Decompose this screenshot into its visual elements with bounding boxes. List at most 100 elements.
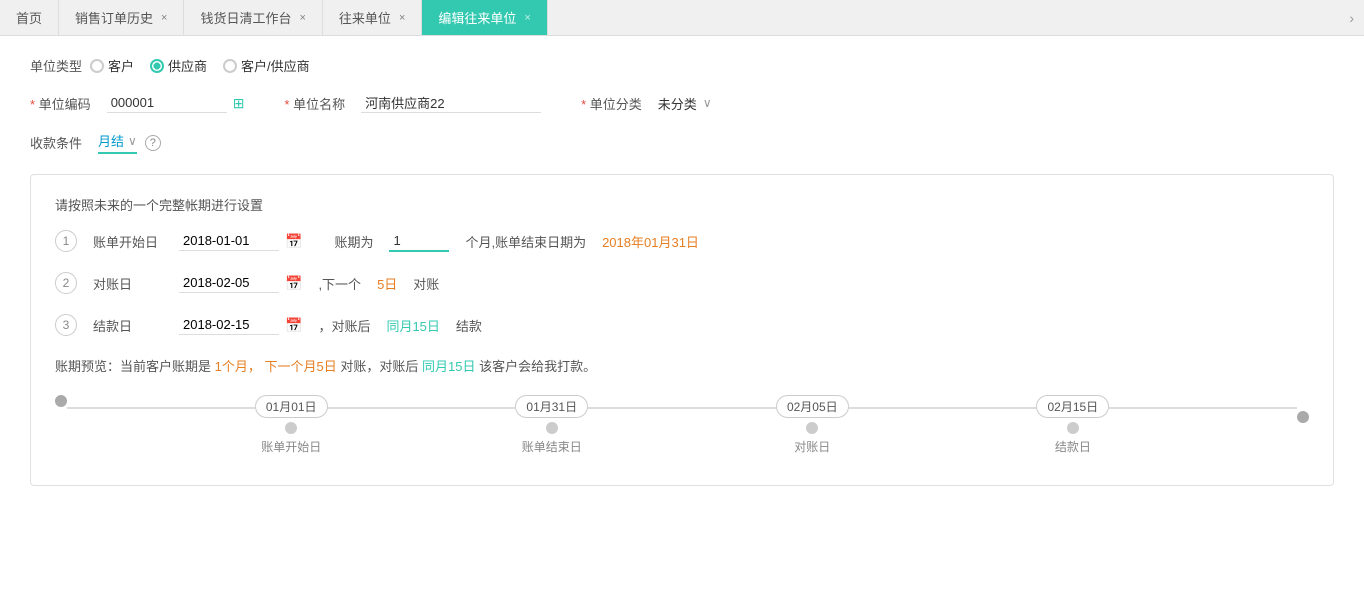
- tl-badge-2: 01月31日: [515, 395, 588, 418]
- preview-same: 同月15日: [422, 359, 475, 374]
- tl-node-2: 01月31日 账单结束日: [515, 395, 588, 455]
- preview-prefix: 账期预览：当前客户账期是: [55, 359, 211, 374]
- tl-dot-1: [285, 422, 297, 434]
- payment-select-arrow-icon: ∨: [128, 134, 137, 148]
- preview-next: 下一个月5日: [265, 359, 337, 374]
- preview-1m: 1个月，: [215, 359, 261, 374]
- tl-connector-0: [67, 395, 255, 409]
- panel-description: 请按照未来的一个完整帐期进行设置: [55, 195, 1309, 214]
- step-3-row: 3 结款日 📅 ，对账后 同月15日 结款: [55, 314, 1309, 336]
- close-cash-work-icon[interactable]: ×: [299, 12, 305, 24]
- step-1-end-date: 2018年01月31日: [602, 232, 699, 251]
- step-3-date-input[interactable]: [179, 315, 279, 335]
- radio-supplier-circle: [150, 59, 164, 73]
- step-1-row: 1 账单开始日 📅 账期为 个月,账单结束日期为 2018年01月31日: [55, 230, 1309, 252]
- unit-category-arrow-icon: ∨: [703, 96, 712, 110]
- tl-badge-3: 02月05日: [776, 395, 849, 418]
- tl-connector-3: [849, 395, 1037, 409]
- step-1-period-label: 账期为: [334, 232, 373, 251]
- tl-start-node: [55, 395, 67, 407]
- step-1-number: 1: [55, 230, 77, 252]
- step-3-suffix: 结款: [456, 316, 482, 335]
- payment-condition-label: 收款条件: [30, 133, 82, 152]
- unit-name-label: 单位名称: [284, 94, 345, 113]
- tl-label-3: 对账日: [794, 438, 830, 455]
- step-2-number: 2: [55, 272, 77, 294]
- tl-node-4: 02月15日 结款日: [1036, 395, 1109, 455]
- step-2-date-input[interactable]: [179, 273, 279, 293]
- step-1-period-input[interactable]: [389, 231, 449, 252]
- preview-suffix: 该客户会给我打款。: [479, 359, 596, 374]
- step-2-label: 对账日: [93, 274, 163, 293]
- tl-connector-1: [328, 395, 516, 409]
- step-2-suffix: 对账: [413, 274, 439, 293]
- tab-sales-history[interactable]: 销售订单历史 ×: [59, 0, 184, 35]
- payment-condition-value: 月结: [98, 131, 124, 150]
- unit-code-input-group: ⊞: [107, 93, 245, 113]
- step-3-date-group: 📅: [179, 315, 302, 335]
- step-3-highlight2: 同月15日: [386, 316, 439, 335]
- tl-node-3: 02月05日 对账日: [776, 395, 849, 455]
- timeline-wrapper: 01月01日 账单开始日 01月31日 账单结束日 02月05日: [55, 395, 1309, 465]
- step-3-number: 3: [55, 314, 77, 336]
- unit-category-select[interactable]: 未分类 ∨: [658, 94, 712, 113]
- tl-line-3: [849, 407, 1037, 409]
- unit-type-radio-group: 客户 供应商 客户/供应商: [90, 56, 310, 75]
- radio-customer-supplier-circle: [223, 59, 237, 73]
- unit-category-value: 未分类: [658, 94, 697, 113]
- tl-dot-3: [806, 422, 818, 434]
- unit-name-input[interactable]: [361, 93, 541, 113]
- main-content: 单位类型 客户 供应商 客户/供应商 单位编码 ⊞ 单位名: [0, 36, 1364, 608]
- radio-supplier[interactable]: 供应商: [150, 56, 207, 75]
- tab-cash-work[interactable]: 钱货日清工作台 ×: [184, 0, 322, 35]
- tl-line-1: [328, 407, 516, 409]
- tl-connector-4: [1109, 395, 1297, 409]
- step-2-highlight1: 5日: [377, 274, 397, 293]
- tl-label-2: 账单结束日: [522, 438, 582, 455]
- unit-code-input[interactable]: [107, 93, 227, 113]
- step-1-calendar-icon[interactable]: 📅: [285, 233, 302, 250]
- step-1-date-group: 📅: [179, 231, 302, 251]
- step-3-calendar-icon[interactable]: 📅: [285, 317, 302, 334]
- step-1-date-input[interactable]: [179, 231, 279, 251]
- tab-partner[interactable]: 往来单位 ×: [323, 0, 422, 35]
- step-2-calendar-icon[interactable]: 📅: [285, 275, 302, 292]
- tl-badge-4: 02月15日: [1036, 395, 1109, 418]
- tl-label-4: 结款日: [1055, 438, 1091, 455]
- tl-badge-1: 01月01日: [255, 395, 328, 418]
- step-3-prefix: ，对账后: [318, 316, 370, 335]
- unit-code-label: 单位编码: [30, 94, 91, 113]
- tab-bar: 首页 销售订单历史 × 钱货日清工作台 × 往来单位 × 编辑往来单位 × ›: [0, 0, 1364, 36]
- tl-label-1: 账单开始日: [261, 438, 321, 455]
- close-partner-icon[interactable]: ×: [399, 12, 405, 24]
- radio-customer[interactable]: 客户: [90, 56, 134, 75]
- step-2-date-group: 📅: [179, 273, 302, 293]
- tl-end-node: [1297, 395, 1309, 423]
- unit-category-label: 单位分类: [581, 94, 642, 113]
- tl-dot-2: [546, 422, 558, 434]
- tab-home[interactable]: 首页: [0, 0, 59, 35]
- unit-code-copy-icon[interactable]: ⊞: [233, 95, 245, 112]
- radio-customer-supplier[interactable]: 客户/供应商: [223, 56, 310, 75]
- unit-type-row: 单位类型 客户 供应商 客户/供应商: [30, 56, 1334, 75]
- radio-customer-circle: [90, 59, 104, 73]
- close-sales-history-icon[interactable]: ×: [161, 12, 167, 24]
- tl-end-dot: [1297, 411, 1309, 423]
- tl-line-2: [588, 407, 776, 409]
- step-1-period-unit: 个月,账单结束日期为: [465, 232, 586, 251]
- tl-line-4: [1109, 407, 1297, 409]
- tab-edit-partner[interactable]: 编辑往来单位 ×: [422, 0, 547, 35]
- help-icon[interactable]: ?: [145, 135, 161, 151]
- close-edit-partner-icon[interactable]: ×: [524, 12, 530, 24]
- step-2-prefix: ,下一个: [318, 274, 361, 293]
- unit-info-row: 单位编码 ⊞ 单位名称 单位分类 未分类 ∨: [30, 93, 1334, 113]
- tab-scroll-arrow[interactable]: ›: [1339, 10, 1364, 26]
- tl-line-0: [67, 407, 255, 409]
- tl-node-1: 01月01日 账单开始日: [255, 395, 328, 455]
- payment-condition-select[interactable]: 月结 ∨: [98, 131, 137, 154]
- unit-category-field: 单位分类 未分类 ∨: [581, 94, 712, 113]
- step-1-label: 账单开始日: [93, 232, 163, 251]
- tl-dot-4: [1067, 422, 1079, 434]
- preview-text: 账期预览：当前客户账期是 1个月， 下一个月5日 对账，对账后 同月15日 该客…: [55, 356, 1309, 375]
- preview-middle: 对账，对账后: [340, 359, 418, 374]
